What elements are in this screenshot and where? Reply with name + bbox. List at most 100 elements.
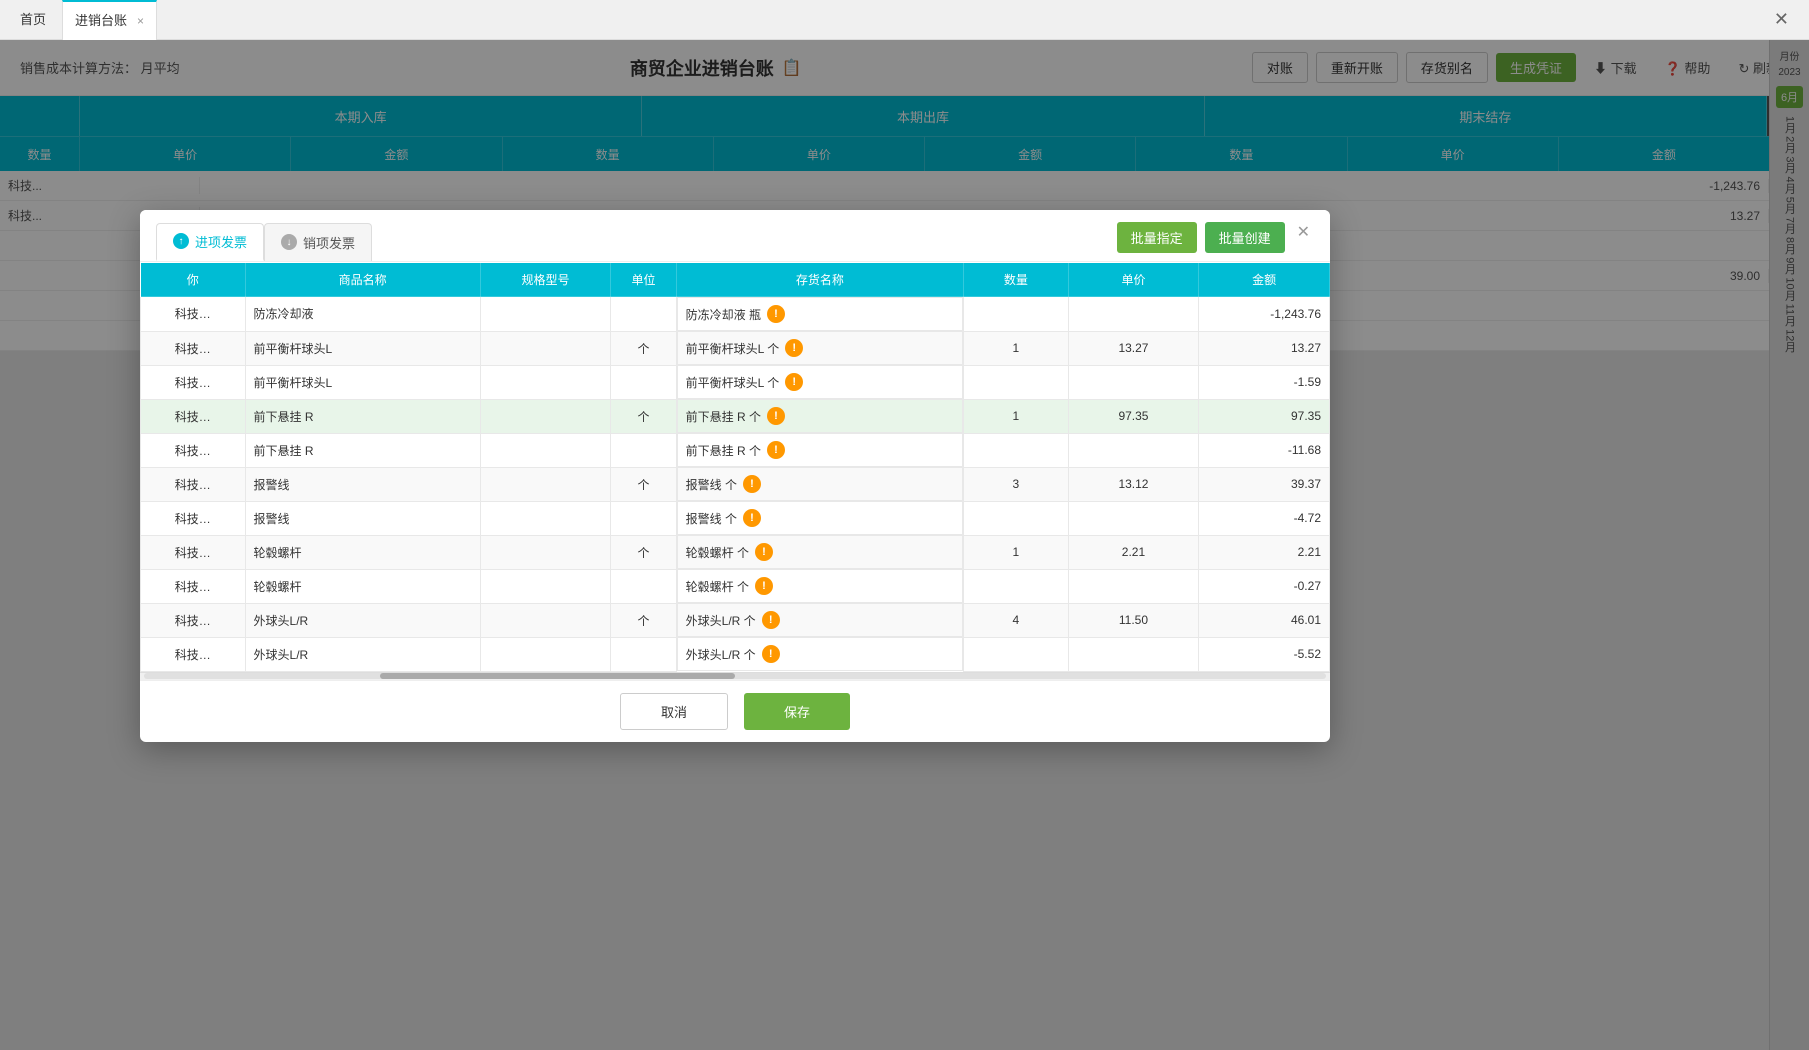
cell-company: 科技… (141, 365, 246, 399)
table-row: 科技… 报警线 报警线 个! -4.72 (141, 501, 1330, 535)
warning-icon: ! (743, 475, 761, 493)
cell-unit-price: 11.50 (1068, 603, 1199, 637)
col-amount: 金额 (1199, 263, 1330, 297)
cell-quantity (964, 637, 1069, 671)
cell-quantity: 4 (964, 603, 1069, 637)
batch-assign-button[interactable]: 批量指定 (1117, 222, 1197, 253)
table-row: 科技… 前平衡杆球头L 个 前平衡杆球头L 个! 1 13.27 13.27 (141, 331, 1330, 365)
cell-unit (611, 569, 676, 603)
cell-company: 科技… (141, 433, 246, 467)
col-product-name: 商品名称 (245, 263, 480, 297)
warning-icon: ! (767, 305, 785, 323)
cell-product-name: 前下悬挂 R (245, 399, 480, 433)
cell-amount: -1.59 (1199, 365, 1330, 399)
cell-amount: -4.72 (1199, 501, 1330, 535)
cell-inventory: 前下悬挂 R 个! (677, 399, 963, 433)
col-spec: 规格型号 (480, 263, 611, 297)
modal-table-container[interactable]: 你 商品名称 规格型号 单位 存货名称 数量 单价 金额 科技… 防冻冷却液 (140, 262, 1330, 672)
cell-quantity (964, 297, 1069, 332)
save-button[interactable]: 保存 (744, 693, 850, 730)
cell-inventory: 前下悬挂 R 个! (677, 433, 963, 467)
tab-outbound-invoice[interactable]: ↓ 销项发票 (264, 223, 372, 261)
cell-quantity: 1 (964, 535, 1069, 569)
cell-unit (611, 637, 676, 671)
cell-unit-price (1068, 433, 1199, 467)
batch-create-button[interactable]: 批量创建 (1205, 222, 1285, 253)
table-row: 科技… 前下悬挂 R 前下悬挂 R 个! -11.68 (141, 433, 1330, 467)
inbound-tab-icon: ↑ (173, 233, 189, 249)
cell-product-name: 外球头L/R (245, 603, 480, 637)
cell-company: 科技… (141, 603, 246, 637)
cell-company: 科技… (141, 535, 246, 569)
cell-quantity (964, 501, 1069, 535)
cell-product-name: 前平衡杆球头L (245, 365, 480, 399)
modal-footer: 取消 保存 (140, 680, 1330, 742)
cell-spec (480, 433, 611, 467)
cell-amount: 13.27 (1199, 331, 1330, 365)
warning-icon: ! (762, 611, 780, 629)
table-row: 科技… 前平衡杆球头L 前平衡杆球头L 个! -1.59 (141, 365, 1330, 399)
table-row: 科技… 报警线 个 报警线 个! 3 13.12 39.37 (141, 467, 1330, 501)
cell-product-name: 报警线 (245, 467, 480, 501)
tab-active[interactable]: 进销台账 × (62, 0, 157, 40)
cell-unit: 个 (611, 603, 676, 637)
col-quantity: 数量 (964, 263, 1069, 297)
outbound-tab-icon: ↓ (281, 234, 297, 250)
table-header-row: 你 商品名称 规格型号 单位 存货名称 数量 单价 金额 (141, 263, 1330, 297)
cell-product-name: 外球头L/R (245, 637, 480, 671)
modal-close-button[interactable]: ✕ (1293, 222, 1314, 245)
col-unit: 单位 (611, 263, 676, 297)
cell-unit-price (1068, 637, 1199, 671)
cell-spec (480, 603, 611, 637)
cell-unit-price (1068, 501, 1199, 535)
cell-product-name: 轮毂螺杆 (245, 569, 480, 603)
top-bar: 首页 进销台账 × ✕ (0, 0, 1809, 40)
cell-quantity: 1 (964, 331, 1069, 365)
cell-inventory: 轮毂螺杆 个! (677, 535, 963, 569)
warning-icon: ! (755, 577, 773, 595)
col-unit-price: 单价 (1068, 263, 1199, 297)
cell-quantity (964, 569, 1069, 603)
table-row: 科技… 防冻冷却液 防冻冷却液 瓶! -1,243.76 (141, 297, 1330, 332)
cell-unit: 个 (611, 399, 676, 433)
table-row: 科技… 前下悬挂 R 个 前下悬挂 R 个! 1 97.35 97.35 (141, 399, 1330, 433)
cell-inventory: 轮毂螺杆 个! (677, 569, 963, 603)
cell-product-name: 前下悬挂 R (245, 433, 480, 467)
cell-company: 科技… (141, 501, 246, 535)
tab-close-icon[interactable]: × (137, 2, 144, 40)
cell-spec (480, 637, 611, 671)
cancel-button[interactable]: 取消 (620, 693, 728, 730)
cell-company: 科技… (141, 399, 246, 433)
cell-inventory: 外球头L/R 个! (677, 637, 963, 671)
cell-spec (480, 297, 611, 332)
warning-icon: ! (767, 407, 785, 425)
cell-spec (480, 399, 611, 433)
horizontal-scrollbar[interactable] (140, 672, 1330, 680)
cell-unit: 个 (611, 535, 676, 569)
modal-action-buttons: 批量指定 批量创建 ✕ (1117, 222, 1314, 261)
cell-amount: 46.01 (1199, 603, 1330, 637)
cell-inventory: 防冻冷却液 瓶! (677, 297, 963, 331)
cell-product-name: 防冻冷却液 (245, 297, 480, 332)
modal-header: ↑ 进项发票 ↓ 销项发票 批量指定 批量创建 ✕ (140, 210, 1330, 262)
cell-unit (611, 433, 676, 467)
cell-quantity (964, 365, 1069, 399)
outbound-tab-label: 销项发票 (303, 233, 355, 252)
cell-unit-price (1068, 365, 1199, 399)
cell-quantity: 1 (964, 399, 1069, 433)
cell-unit-price: 13.27 (1068, 331, 1199, 365)
table-row: 科技… 外球头L/R 个 外球头L/R 个! 4 11.50 46.01 (141, 603, 1330, 637)
cell-amount: -1,243.76 (1199, 297, 1330, 332)
cell-unit-price: 13.12 (1068, 467, 1199, 501)
warning-icon: ! (785, 373, 803, 391)
active-tab-label: 进销台账 (75, 2, 127, 40)
cell-company: 科技… (141, 467, 246, 501)
tab-inbound-invoice[interactable]: ↑ 进项发票 (156, 223, 264, 261)
window-close-button[interactable]: ✕ (1762, 9, 1801, 30)
cell-amount: 97.35 (1199, 399, 1330, 433)
warning-icon: ! (743, 509, 761, 527)
cell-spec (480, 331, 611, 365)
cell-unit (611, 297, 676, 332)
tab-home[interactable]: 首页 (8, 0, 58, 40)
scrollbar-track (144, 673, 1326, 679)
